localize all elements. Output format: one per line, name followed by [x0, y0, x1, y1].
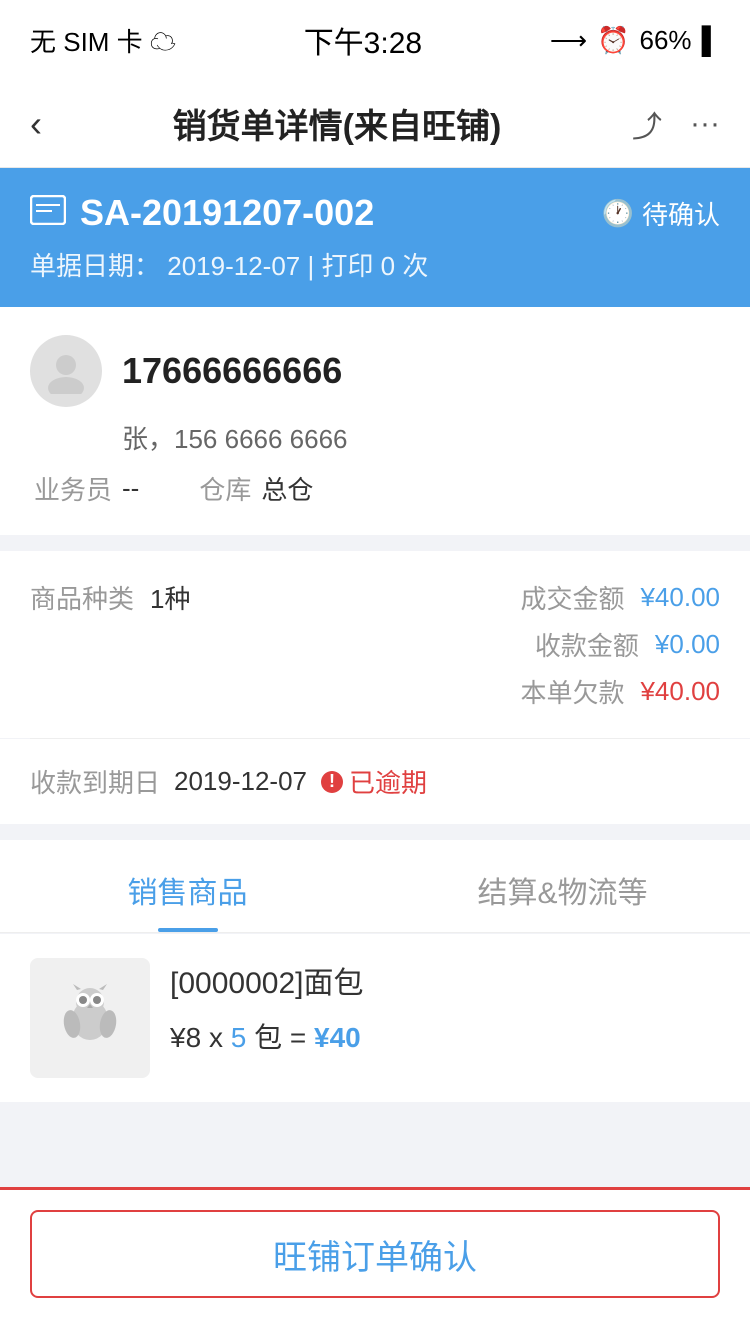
due-date-value: 2019-12-07: [174, 766, 307, 797]
product-section: [0000002]面包 ¥8 x 5 包 = ¥40: [0, 934, 750, 1102]
product-type-label: 商品种类: [30, 579, 134, 616]
amount-value: ¥40.00: [640, 582, 720, 613]
product-qty: 5: [231, 1022, 247, 1053]
received-label: 收款金额: [535, 626, 639, 663]
summary-section: 商品种类 1种 成交金额 ¥40.00 收款金额 ¥0.00 本单欠款 ¥40.…: [0, 551, 750, 738]
product-info: [0000002]面包 ¥8 x 5 包 = ¥40: [170, 958, 720, 1056]
page-title: 销货单详情(来自旺铺): [173, 99, 502, 148]
status-bar-time: 下午3:28: [304, 18, 422, 62]
owed-value: ¥40.00: [640, 676, 720, 707]
location-icon: ⟶: [550, 25, 587, 56]
order-date-info: 单据日期： 2019-12-07 | 打印 0 次: [30, 246, 720, 283]
amount-label: 成交金额: [520, 579, 624, 616]
overdue-icon: !: [321, 771, 343, 793]
product-type-value: 1种: [150, 579, 190, 616]
tabs-container: 销售商品 结算&物流等: [0, 840, 750, 933]
customer-meta: 业务员 -- 仓库 总仓: [30, 470, 720, 507]
customer-name: 张，156 6666 6666: [30, 419, 720, 456]
status-bar-left: 无 SIM 卡 ☁: [30, 22, 176, 59]
more-icon[interactable]: ···: [690, 107, 720, 141]
warehouse-value: 总仓: [261, 470, 313, 507]
product-total: ¥40: [314, 1022, 361, 1053]
product-price: ¥8 x 5 包 = ¥40: [170, 1016, 720, 1056]
order-header-card: SA-20191207-002 🕐 待确认 单据日期： 2019-12-07 |…: [0, 168, 750, 307]
customer-section: 17666666666 张，156 6666 6666 业务员 -- 仓库 总仓: [0, 307, 750, 535]
warehouse-label: 仓库: [199, 470, 251, 507]
overdue-badge: ! 已逾期: [321, 763, 427, 800]
confirm-order-button[interactable]: 旺铺订单确认: [30, 1210, 720, 1298]
order-id: SA-20191207-002: [30, 192, 374, 234]
back-button[interactable]: ‹: [30, 103, 42, 145]
sim-status: 无 SIM 卡 ☁: [30, 22, 176, 59]
divider-2: [0, 824, 750, 840]
customer-phone: 17666666666: [122, 350, 342, 392]
nav-bar: ‹ 销货单详情(来自旺铺) ⤴ ···: [0, 80, 750, 168]
order-icon: [30, 192, 66, 234]
salesperson-value: --: [122, 473, 139, 504]
tab-sales-product[interactable]: 销售商品: [0, 840, 375, 932]
battery-icon: ▌: [702, 25, 720, 56]
clock-icon: 🕐: [602, 198, 634, 229]
bottom-action-bar: 旺铺订单确认: [0, 1187, 750, 1334]
salesperson-label: 业务员: [34, 470, 112, 507]
nav-actions: ⤴ ···: [632, 102, 720, 146]
status-bar-right: ⟶ ⏰ 66% ▌: [550, 25, 720, 56]
due-date-label: 收款到期日: [30, 763, 160, 800]
product-item: [0000002]面包 ¥8 x 5 包 = ¥40: [30, 958, 720, 1078]
product-thumbnail: [30, 958, 150, 1078]
overdue-text: 已逾期: [349, 763, 427, 800]
status-bar: 无 SIM 卡 ☁ 下午3:28 ⟶ ⏰ 66% ▌: [0, 0, 750, 80]
divider-1: [0, 535, 750, 551]
order-status: 🕐 待确认: [602, 195, 720, 232]
due-date-section: 收款到期日 2019-12-07 ! 已逾期: [0, 739, 750, 824]
alarm-icon: ⏰: [597, 25, 629, 56]
owed-label: 本单欠款: [520, 673, 624, 710]
avatar: [30, 335, 102, 407]
received-value: ¥0.00: [655, 629, 720, 660]
share-icon[interactable]: ⤴: [632, 102, 662, 146]
battery-status: 66%: [640, 25, 692, 56]
product-name: [0000002]面包: [170, 958, 720, 1002]
tab-settlement[interactable]: 结算&物流等: [375, 840, 750, 932]
